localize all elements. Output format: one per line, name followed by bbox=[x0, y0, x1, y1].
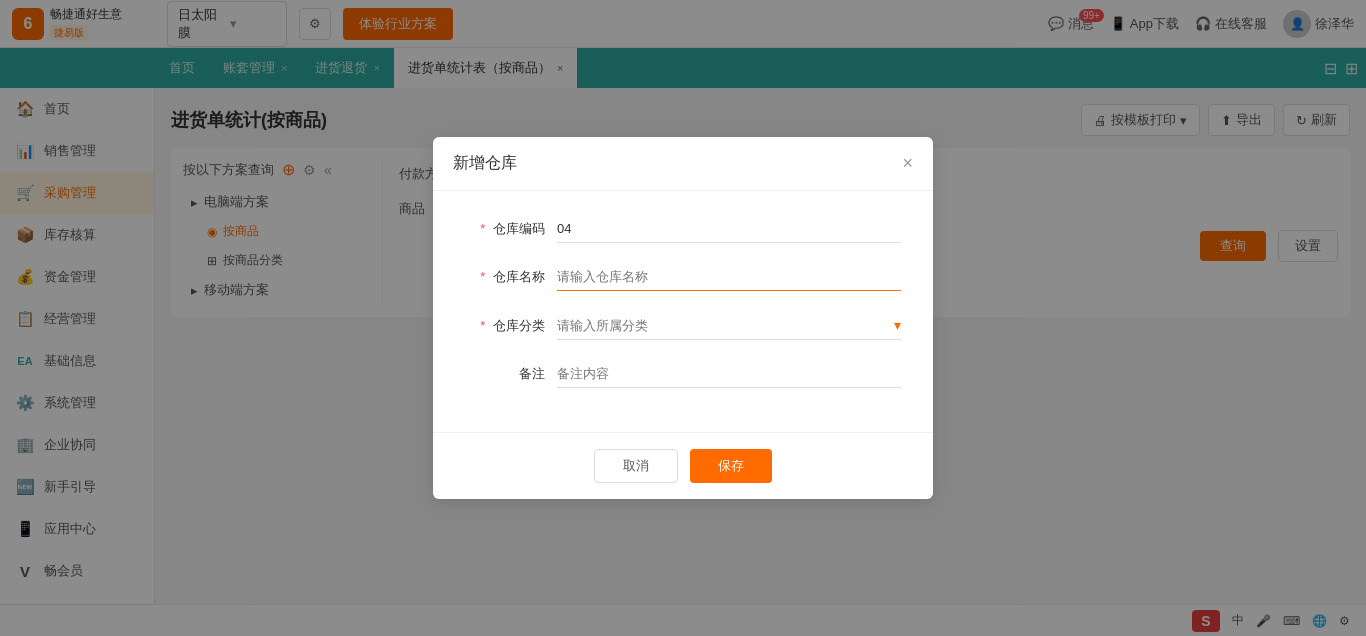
save-button[interactable]: 保存 bbox=[690, 449, 772, 483]
code-label: * 仓库编码 bbox=[465, 220, 545, 238]
new-warehouse-modal: 新增仓库 × * 仓库编码 * 仓库名称 bbox=[433, 137, 933, 499]
category-label: * 仓库分类 bbox=[465, 317, 545, 335]
name-input[interactable] bbox=[557, 263, 901, 291]
code-input[interactable] bbox=[557, 215, 901, 243]
note-label: 备注 bbox=[465, 365, 545, 383]
modal-header: 新增仓库 × bbox=[433, 137, 933, 191]
modal-footer: 取消 保存 bbox=[433, 432, 933, 499]
form-row-name: * 仓库名称 bbox=[465, 263, 901, 291]
form-row-code: * 仓库编码 bbox=[465, 215, 901, 243]
modal-overlay: 新增仓库 × * 仓库编码 * 仓库名称 bbox=[0, 0, 1366, 636]
modal-title: 新增仓库 bbox=[453, 153, 517, 174]
category-dropdown-icon: ▾ bbox=[894, 317, 901, 333]
form-row-note: 备注 bbox=[465, 360, 901, 388]
cancel-button[interactable]: 取消 bbox=[594, 449, 678, 483]
modal-close-icon[interactable]: × bbox=[902, 153, 913, 174]
category-selector[interactable]: ▾ bbox=[557, 311, 901, 340]
name-label: * 仓库名称 bbox=[465, 268, 545, 286]
note-input[interactable] bbox=[557, 360, 901, 388]
category-input[interactable] bbox=[557, 318, 894, 333]
form-row-category: * 仓库分类 ▾ bbox=[465, 311, 901, 340]
modal-body: * 仓库编码 * 仓库名称 * 仓库分类 bbox=[433, 191, 933, 432]
